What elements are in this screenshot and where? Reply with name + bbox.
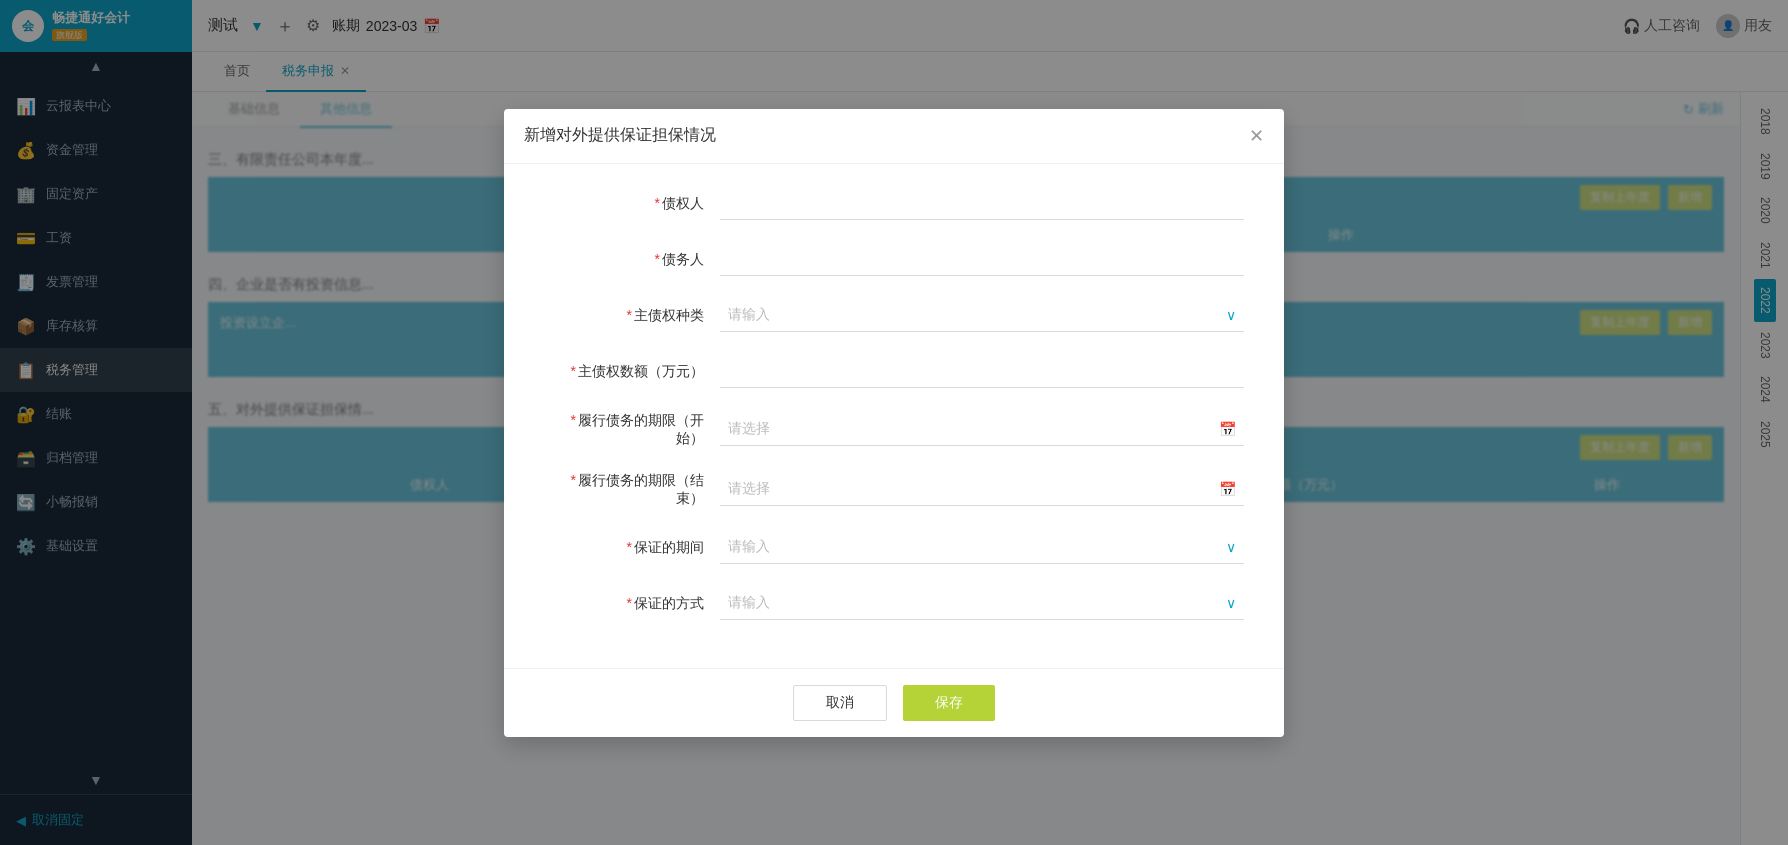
principal-type-select[interactable]: 请输入 ∨ [720, 300, 1244, 332]
guarantee-method-placeholder: 请输入 [728, 594, 770, 612]
period-end-placeholder: 请选择 [728, 480, 770, 498]
form-row-principal-amount: *主债权数额（万元） [544, 356, 1244, 388]
principal-type-placeholder: 请输入 [728, 306, 770, 324]
dialog-title: 新增对外提供保证担保情况 [524, 125, 716, 146]
guarantee-period-label: *保证的期间 [544, 539, 704, 557]
guarantee-period-arrow-icon: ∨ [1226, 539, 1236, 555]
dialog-body: *债权人 *债务人 *主债权种类 请输入 ∨ [504, 164, 1284, 668]
period-end-label: *履行债务的期限（结束） [544, 472, 704, 508]
principal-type-required: * [627, 307, 632, 323]
guarantee-method-select[interactable]: 请输入 ∨ [720, 588, 1244, 620]
period-start-picker[interactable]: 请选择 📅 [720, 414, 1244, 446]
creditor-input[interactable] [720, 188, 1244, 220]
guarantee-period-select[interactable]: 请输入 ∨ [720, 532, 1244, 564]
dialog-add-guarantee: 新增对外提供保证担保情况 ✕ *债权人 *债务人 *主债权种类 [504, 109, 1284, 737]
principal-type-label: *主债权种类 [544, 307, 704, 325]
debtor-label: *债务人 [544, 251, 704, 269]
form-row-guarantee-method: *保证的方式 请输入 ∨ [544, 588, 1244, 620]
guarantee-method-arrow-icon: ∨ [1226, 595, 1236, 611]
dialog-close-button[interactable]: ✕ [1249, 125, 1264, 147]
modal-overlay: 新增对外提供保证担保情况 ✕ *债权人 *债务人 *主债权种类 [0, 0, 1788, 845]
period-end-required: * [571, 472, 576, 488]
form-row-debtor: *债务人 [544, 244, 1244, 276]
guarantee-method-required: * [627, 595, 632, 611]
period-start-placeholder: 请选择 [728, 420, 770, 438]
period-start-required: * [571, 412, 576, 428]
form-row-period-end: *履行债务的期限（结束） 请选择 📅 [544, 472, 1244, 508]
period-end-calendar-icon: 📅 [1219, 481, 1236, 497]
principal-amount-required: * [571, 363, 576, 379]
dialog-footer: 取消 保存 [504, 668, 1284, 737]
period-start-calendar-icon: 📅 [1219, 421, 1236, 437]
principal-amount-input[interactable] [720, 356, 1244, 388]
guarantee-period-placeholder: 请输入 [728, 538, 770, 556]
principal-amount-label: *主债权数额（万元） [544, 363, 704, 381]
save-button[interactable]: 保存 [903, 685, 995, 721]
guarantee-method-label: *保证的方式 [544, 595, 704, 613]
debtor-input[interactable] [720, 244, 1244, 276]
creditor-label: *债权人 [544, 195, 704, 213]
period-end-picker[interactable]: 请选择 📅 [720, 474, 1244, 506]
form-row-creditor: *债权人 [544, 188, 1244, 220]
form-row-principal-type: *主债权种类 请输入 ∨ [544, 300, 1244, 332]
principal-type-arrow-icon: ∨ [1226, 307, 1236, 323]
guarantee-period-required: * [627, 539, 632, 555]
dialog-header: 新增对外提供保证担保情况 ✕ [504, 109, 1284, 164]
form-row-guarantee-period: *保证的期间 请输入 ∨ [544, 532, 1244, 564]
creditor-required-mark: * [655, 195, 660, 211]
period-start-label: *履行债务的期限（开始） [544, 412, 704, 448]
debtor-required-mark: * [655, 251, 660, 267]
form-row-period-start: *履行债务的期限（开始） 请选择 📅 [544, 412, 1244, 448]
cancel-button[interactable]: 取消 [793, 685, 887, 721]
